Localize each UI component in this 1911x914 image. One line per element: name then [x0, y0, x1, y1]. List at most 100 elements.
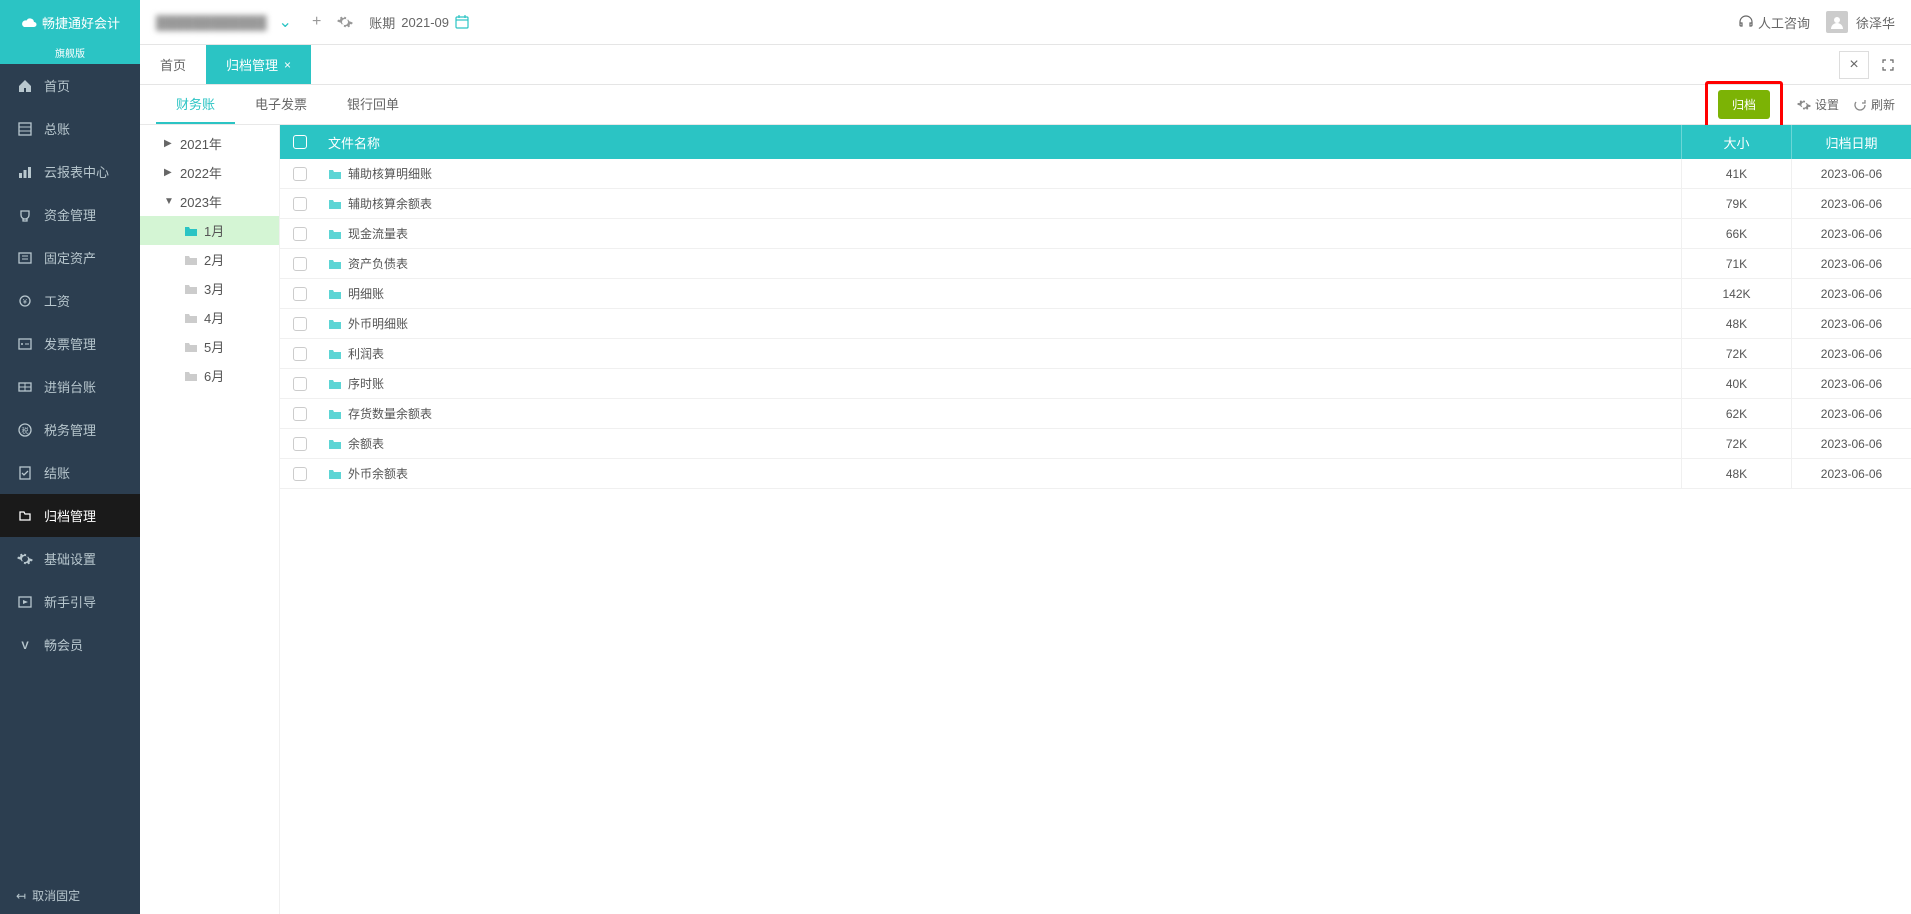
table-row[interactable]: 辅助核算明细账41K2023-06-06 [280, 159, 1911, 189]
avatar-icon [1826, 11, 1848, 33]
nav-item-1[interactable]: 总账 [0, 107, 140, 150]
nav-item-11[interactable]: 基础设置 [0, 537, 140, 580]
table-row[interactable]: 现金流量表66K2023-06-06 [280, 219, 1911, 249]
tree-year-1[interactable]: ▶2022年 [140, 158, 279, 187]
file-icon [328, 168, 342, 180]
table-header: 文件名称 大小 归档日期 [280, 125, 1911, 159]
file-date: 2023-06-06 [1791, 159, 1911, 188]
nav-item-7[interactable]: 进销台账 [0, 365, 140, 408]
row-checkbox[interactable] [293, 467, 307, 481]
subtab-finance-label: 财务账 [176, 94, 215, 113]
content: 财务账 电子发票 银行回单 归档 [140, 85, 1911, 914]
table-row[interactable]: 存货数量余额表62K2023-06-06 [280, 399, 1911, 429]
file-name: 外币余额表 [348, 465, 408, 482]
tree-month-2[interactable]: 3月 [140, 274, 279, 303]
row-checkbox[interactable] [293, 287, 307, 301]
tree-month-0[interactable]: 1月 [140, 216, 279, 245]
nav-item-12[interactable]: 新手引导 [0, 580, 140, 623]
service-link[interactable]: 人工咨询 [1738, 13, 1810, 32]
file-icon [328, 198, 342, 210]
tree-month-label: 3月 [204, 279, 224, 298]
subtab-bankreceipt[interactable]: 银行回单 [327, 85, 419, 124]
tree-month-4[interactable]: 5月 [140, 332, 279, 361]
nav-item-3[interactable]: 资金管理 [0, 193, 140, 236]
nav-item-8[interactable]: 税税务管理 [0, 408, 140, 451]
file-date: 2023-06-06 [1791, 219, 1911, 248]
file-size: 48K [1681, 459, 1791, 488]
table-row[interactable]: 资产负债表71K2023-06-06 [280, 249, 1911, 279]
file-size: 66K [1681, 219, 1791, 248]
row-checkbox[interactable] [293, 257, 307, 271]
table-row[interactable]: 利润表72K2023-06-06 [280, 339, 1911, 369]
nav-label-2: 云报表中心 [44, 162, 109, 181]
nav-item-2[interactable]: 云报表中心 [0, 150, 140, 193]
table-row[interactable]: 余额表72K2023-06-06 [280, 429, 1911, 459]
nav-item-6[interactable]: 发票管理 [0, 322, 140, 365]
nav-icon-8: 税 [16, 421, 34, 439]
file-date: 2023-06-06 [1791, 279, 1911, 308]
subtab-finance[interactable]: 财务账 [156, 85, 235, 124]
refresh-icon [1853, 98, 1867, 112]
table-row[interactable]: 外币余额表 48K2023-06-06 [280, 459, 1911, 489]
table-row[interactable]: 明细账142K2023-06-06 [280, 279, 1911, 309]
nav-icon-6 [16, 335, 34, 353]
company-dropdown-icon[interactable]: ⌄ [279, 12, 292, 32]
file-name: 辅助核算余额表 [348, 195, 432, 212]
gear-icon[interactable] [337, 14, 353, 30]
nav-icon-10 [16, 507, 34, 525]
nav-item-0[interactable]: 首页 [0, 64, 140, 107]
tree-month-1[interactable]: 2月 [140, 245, 279, 274]
table-row[interactable]: 辅助核算余额表79K2023-06-06 [280, 189, 1911, 219]
folder-icon [184, 283, 198, 295]
settings-link[interactable]: 设置 [1797, 96, 1839, 113]
body-split: ▶2021年▶2022年▼2023年1月2月 3月 4月5月6月 文件名称 大小 归… [140, 125, 1911, 914]
nav-item-9[interactable]: 结账 [0, 451, 140, 494]
row-checkbox[interactable] [293, 377, 307, 391]
tab-archive[interactable]: 归档管理 × [206, 45, 311, 84]
file-icon [328, 228, 342, 240]
row-checkbox[interactable] [293, 437, 307, 451]
nav-label-6: 发票管理 [44, 334, 96, 353]
file-date: 2023-06-06 [1791, 459, 1911, 488]
tab-archive-label: 归档管理 [226, 55, 278, 74]
nav-item-10[interactable]: 归档管理 [0, 494, 140, 537]
table-row[interactable]: 序时账40K2023-06-06 [280, 369, 1911, 399]
row-checkbox[interactable] [293, 167, 307, 181]
table-row[interactable]: 外币明细账48K2023-06-06 [280, 309, 1911, 339]
sidebar-unpin[interactable]: ↤ 取消固定 [0, 877, 140, 914]
nav-item-4[interactable]: 固定资产 [0, 236, 140, 279]
row-checkbox[interactable] [293, 347, 307, 361]
archive-button[interactable]: 归档 [1718, 90, 1770, 119]
nav-item-13[interactable]: V畅会员 [0, 623, 140, 666]
row-checkbox[interactable] [293, 317, 307, 331]
brand-logo[interactable]: 畅捷通好会计 [0, 0, 140, 45]
tab-home[interactable]: 首页 [140, 45, 206, 84]
tree-month-3[interactable]: 4月 [140, 303, 279, 332]
subtab-bankreceipt-label: 银行回单 [347, 94, 399, 113]
tab-home-label: 首页 [160, 55, 186, 74]
tree-year-0[interactable]: ▶2021年 [140, 129, 279, 158]
add-icon[interactable]: + [312, 13, 321, 31]
nav-label-10: 归档管理 [44, 506, 96, 525]
subtab-einvoice[interactable]: 电子发票 [235, 85, 327, 124]
user-menu[interactable]: 徐泽华 [1826, 11, 1895, 33]
topbar: ████████████ ⌄ + 账期 2021-09 人工咨询 [140, 0, 1911, 45]
file-date: 2023-06-06 [1791, 249, 1911, 278]
tree-year-2[interactable]: ▼2023年 [140, 187, 279, 216]
company-selector[interactable]: ████████████ [156, 15, 267, 30]
refresh-link[interactable]: 刷新 [1853, 96, 1895, 113]
fullscreen-button[interactable] [1873, 51, 1903, 79]
select-all-checkbox[interactable] [293, 135, 307, 149]
tab-close-icon[interactable]: × [284, 58, 291, 72]
close-tab-button[interactable]: × [1839, 51, 1869, 79]
row-checkbox[interactable] [293, 227, 307, 241]
nav-item-5[interactable]: ¥工资 [0, 279, 140, 322]
svg-text:税: 税 [22, 426, 29, 435]
tree-month-5[interactable]: 6月 [140, 361, 279, 390]
caret-icon: ▶ [164, 167, 174, 178]
row-checkbox[interactable] [293, 407, 307, 421]
row-checkbox[interactable] [293, 197, 307, 211]
calendar-icon[interactable] [455, 15, 469, 29]
file-icon [328, 468, 342, 480]
file-icon [328, 318, 342, 330]
